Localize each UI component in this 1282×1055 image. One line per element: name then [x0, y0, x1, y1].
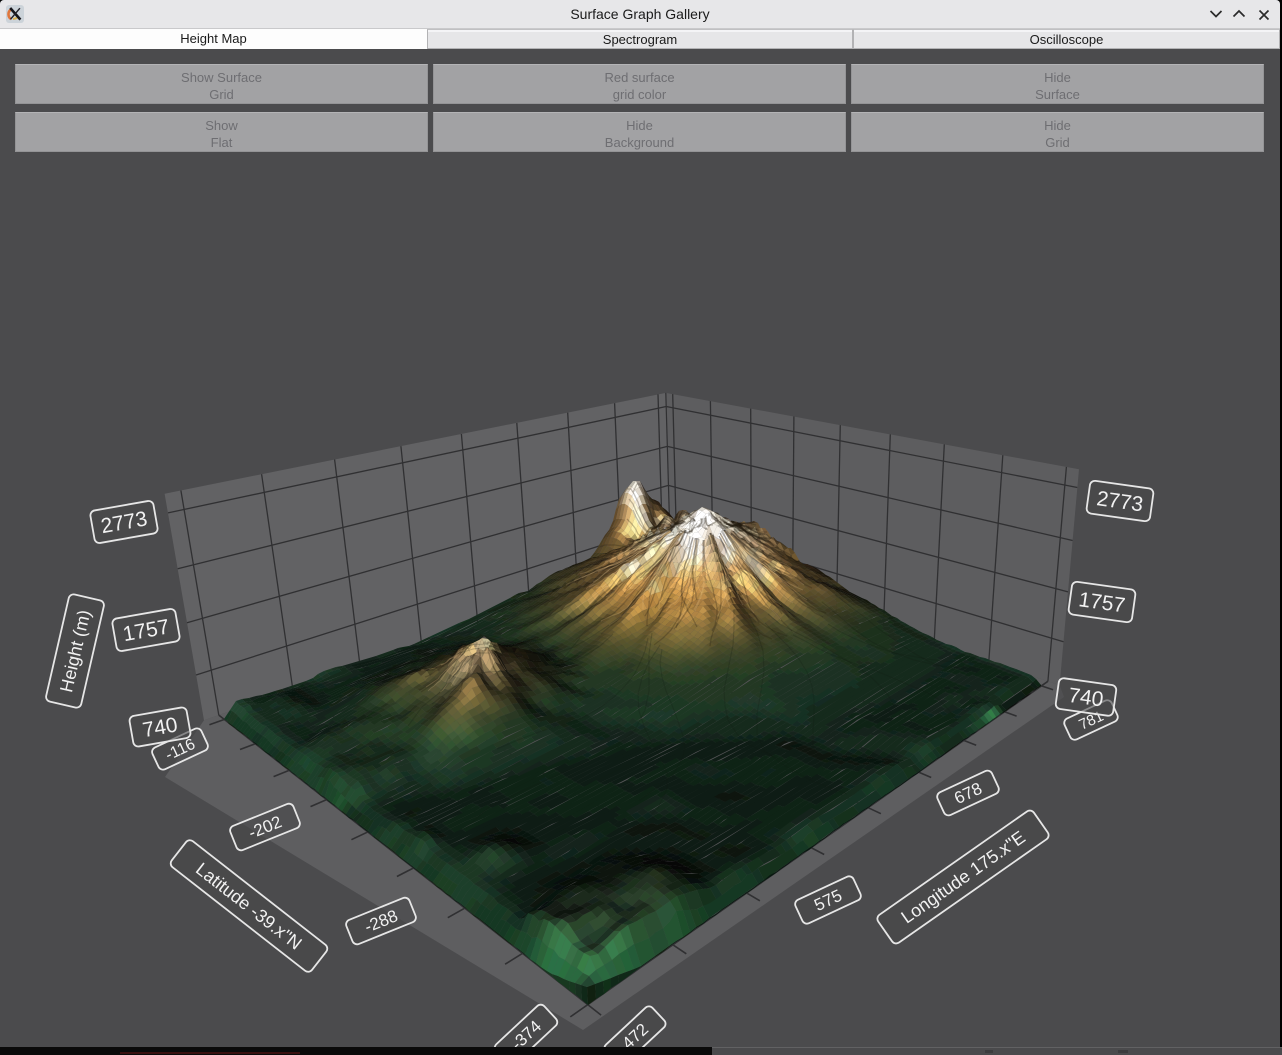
svg-text:740: 740	[1067, 684, 1105, 712]
svg-text:Longitude 175.x"E: Longitude 175.x"E	[897, 827, 1028, 927]
svg-text:Latitude -39.x"N: Latitude -39.x"N	[192, 859, 306, 954]
